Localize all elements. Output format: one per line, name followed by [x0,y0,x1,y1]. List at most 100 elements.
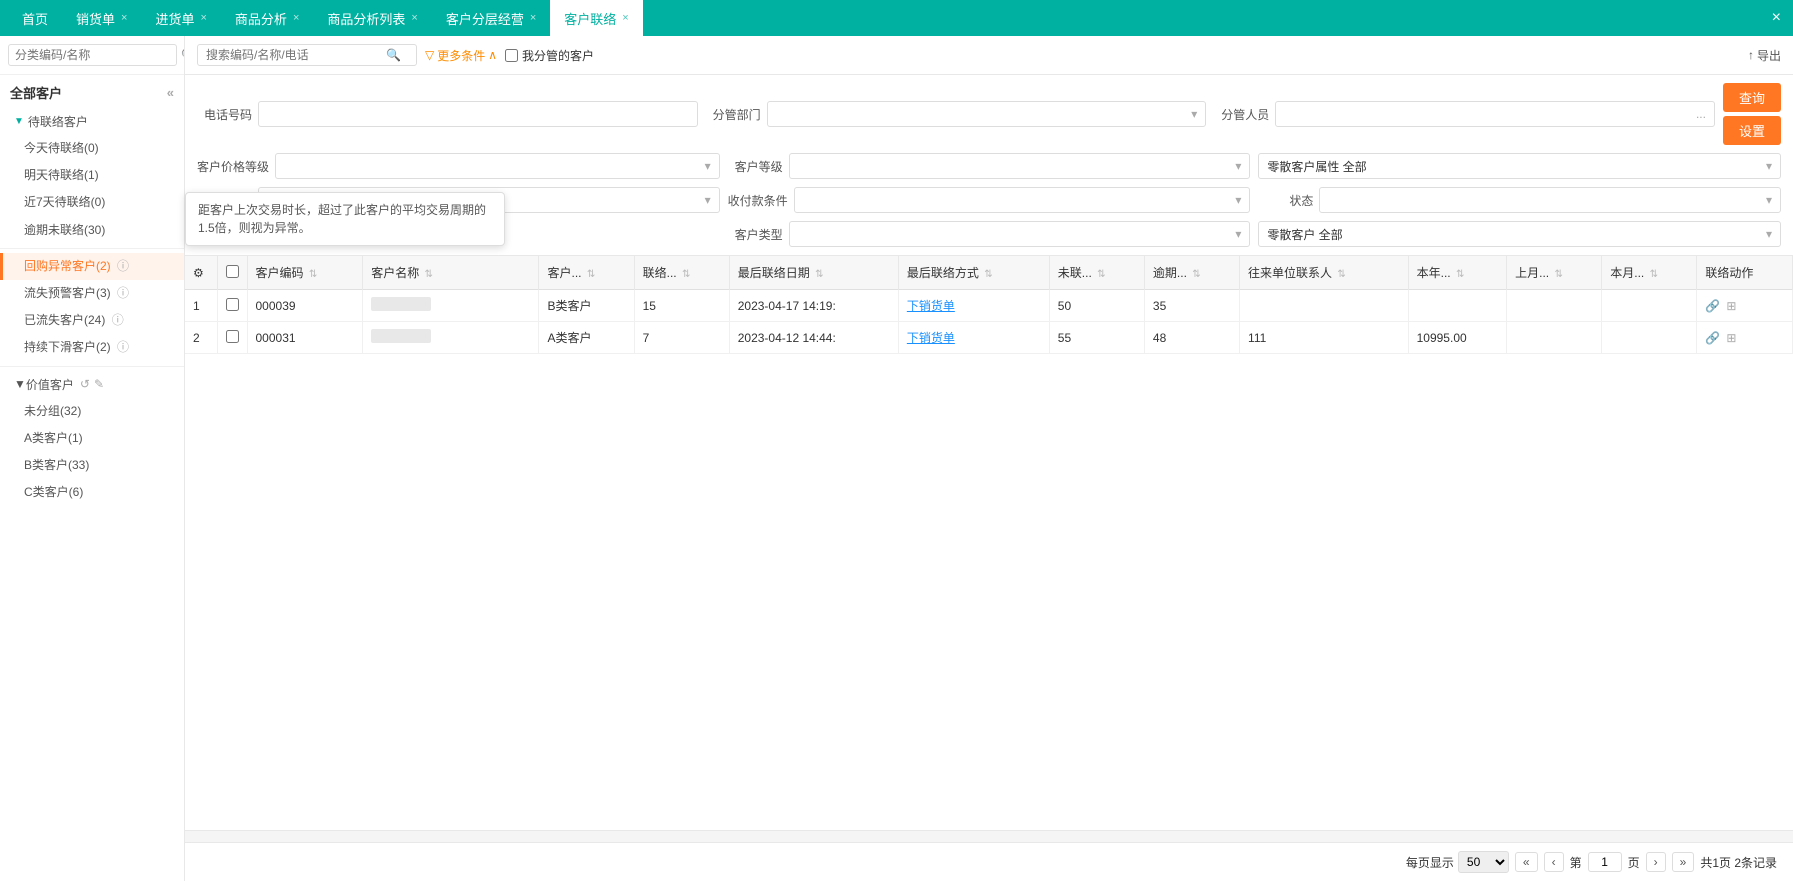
nav-item-home[interactable]: 首页 [8,0,62,36]
value-group-refresh-icon[interactable]: ↺ [80,377,90,391]
nav-item-analysis-list[interactable]: 商品分析列表 × [313,0,431,36]
sidebar-item-today[interactable]: 今天待联络(0) [0,135,184,162]
nav-close-customer-segment[interactable]: × [530,12,536,24]
sidebar-item-churned[interactable]: 已流失客户(24) ⓘ [0,307,184,334]
my-customers-checkbox[interactable] [505,49,518,62]
th-uncontacted[interactable]: 未联... ⇅ [1049,256,1144,290]
filter-retail-attr-label: 零散客户属性 全部 [1267,158,1366,175]
toolbar-search-icon[interactable]: 🔍 [386,48,401,62]
sidebar-item-churn-warning[interactable]: 流失预警客户(3) ⓘ [0,280,184,307]
th-last-month[interactable]: 上月... ⇅ [1507,256,1602,290]
sidebar-item-7days[interactable]: 近7天待联络(0) [0,189,184,216]
action-icon-grid-2[interactable]: ⊞ [1726,331,1736,345]
filter-input-phone[interactable] [258,101,698,127]
sort-icon-code: ⇅ [309,269,317,280]
per-page-select[interactable]: 50 20 100 [1458,851,1509,873]
cell-method-1[interactable]: 下销货单 [898,290,1049,322]
select-all-checkbox[interactable] [226,265,239,278]
toolbar-filter-btn[interactable]: ▽ 更多条件 ∧ [425,47,497,64]
sidebar-item-declining[interactable]: 持续下滑客户(2) ⓘ [0,334,184,361]
th-unit-contact[interactable]: 往来单位联系人 ⇅ [1240,256,1409,290]
sort-icon-type: ⇅ [587,269,595,280]
method-link-2[interactable]: 下销货单 [907,331,955,345]
nav-close-analysis-list[interactable]: × [411,12,417,24]
filter-select-customer-type[interactable]: ▾ [789,221,1251,247]
tooltip-box: 距客户上次交易时长，超过了此客户的平均交易周期的1.5倍，则视为异常。 [185,192,505,246]
sidebar-item-repurchase-anomaly[interactable]: 回购异常客户(2) ⓘ [0,253,184,280]
th-settings[interactable]: ⚙ [185,256,217,290]
method-link-1[interactable]: 下销货单 [907,299,955,313]
sidebar-item-c-class[interactable]: C类客户(6) [0,479,184,506]
th-last-contact-method[interactable]: 最后联络方式 ⇅ [898,256,1049,290]
my-customers-checkbox-area: 我分管的客户 [505,47,594,64]
filter-select-status[interactable]: ▾ [1319,187,1781,213]
row-checkbox-1[interactable] [226,298,239,311]
toolbar-search-input[interactable] [206,48,386,62]
query-button[interactable]: 查询 [1723,83,1781,112]
sidebar-item-ungrouped[interactable]: 未分组(32) [0,398,184,425]
th-name[interactable]: 客户名称 ⇅ [363,256,539,290]
th-code[interactable]: 客户编码 ⇅ [247,256,363,290]
cell-date-2: 2023-04-12 14:44: [729,322,898,354]
sidebar-item-tomorrow[interactable]: 明天待联络(1) [0,162,184,189]
nav-item-customer-segment[interactable]: 客户分层经营 × [432,0,550,36]
nav-close-purchase[interactable]: × [200,12,206,24]
filter-label-person: 分管人员 [1214,106,1269,123]
nav-close-sales[interactable]: × [121,12,127,24]
filter-select-level[interactable]: ▾ [789,153,1251,179]
filter-select-retail-customer[interactable]: 零散客户 全部 ▾ [1258,221,1781,247]
filter-select-retail-attr[interactable]: 零散客户属性 全部 ▾ [1258,153,1781,179]
cell-method-2[interactable]: 下销货单 [898,322,1049,354]
th-action: 联络动作 [1697,256,1793,290]
sidebar-search-input[interactable] [8,44,177,66]
th-this-year[interactable]: 本年... ⇅ [1408,256,1507,290]
th-checkbox [217,256,247,290]
filter-label-level: 客户等级 [728,158,783,175]
action-icon-link-1[interactable]: 🔗 [1705,299,1720,313]
th-this-month[interactable]: 本月... ⇅ [1602,256,1697,290]
sidebar-group-pending[interactable]: ▼ 待联络客户 [0,108,184,135]
nav-close-all-icon[interactable]: × [1772,9,1781,27]
prev-page-btn[interactable]: ‹ [1544,852,1564,872]
sidebar-item-a-class[interactable]: A类客户(1) [0,425,184,452]
filter-select-payment[interactable]: ▾ [794,187,1251,213]
pagination: 每页显示 50 20 100 « ‹ 第 页 › » 共1页 2条记录 [185,842,1793,881]
filter-person-dots[interactable]: ... [1696,107,1706,121]
filter-label-payment: 收付款条件 [728,192,788,209]
last-page-btn[interactable]: » [1672,852,1695,872]
sidebar-item-overdue[interactable]: 逾期未联络(30) [0,217,184,244]
filter-select-dept[interactable]: ▾ [767,101,1207,127]
th-last-contact-date[interactable]: 最后联络日期 ⇅ [729,256,898,290]
th-type[interactable]: 客户... ⇅ [539,256,634,290]
cell-unit-contact-2: 111 [1240,322,1409,354]
value-group-edit-icon[interactable]: ✎ [94,377,104,391]
settings-button[interactable]: 设置 [1723,116,1781,145]
sidebar-value-group-header[interactable]: ▼ 价值客户 ↺ ✎ [0,371,184,398]
export-button[interactable]: ↑ 导出 [1748,47,1781,64]
nav-close-analysis[interactable]: × [293,12,299,24]
action-icon-grid-1[interactable]: ⊞ [1726,299,1736,313]
action-buttons: 查询 设置 [1723,83,1781,145]
filter-select-person[interactable]: ... [1275,101,1715,127]
cell-index-1: 1 [185,290,217,322]
nav-item-analysis[interactable]: 商品分析 × [221,0,313,36]
nav-close-customer-contact[interactable]: × [622,12,628,24]
nav-item-purchase[interactable]: 进货单 × [141,0,220,36]
row-checkbox-2[interactable] [226,330,239,343]
th-contact-count[interactable]: 联络... ⇅ [634,256,729,290]
masked-name-2 [371,329,431,343]
nav-item-customer-contact[interactable]: 客户联络 × [550,0,642,36]
sidebar-item-b-class[interactable]: B类客户(33) [0,452,184,479]
first-page-btn[interactable]: « [1515,852,1538,872]
cell-code-1: 000039 [247,290,363,322]
filter-icon: ▽ [425,48,434,62]
nav-item-sales[interactable]: 销货单 × [62,0,141,36]
th-overdue[interactable]: 逾期... ⇅ [1144,256,1239,290]
bottom-scrollbar[interactable] [185,830,1793,842]
sidebar-all-customers-header[interactable]: 全部客户 « [0,75,184,108]
sidebar-collapse-icon[interactable]: « [167,85,174,100]
current-page-input[interactable] [1588,852,1622,872]
next-page-btn[interactable]: › [1646,852,1666,872]
action-icon-link-2[interactable]: 🔗 [1705,331,1720,345]
filter-select-pricelevel[interactable]: ▾ [275,153,720,179]
